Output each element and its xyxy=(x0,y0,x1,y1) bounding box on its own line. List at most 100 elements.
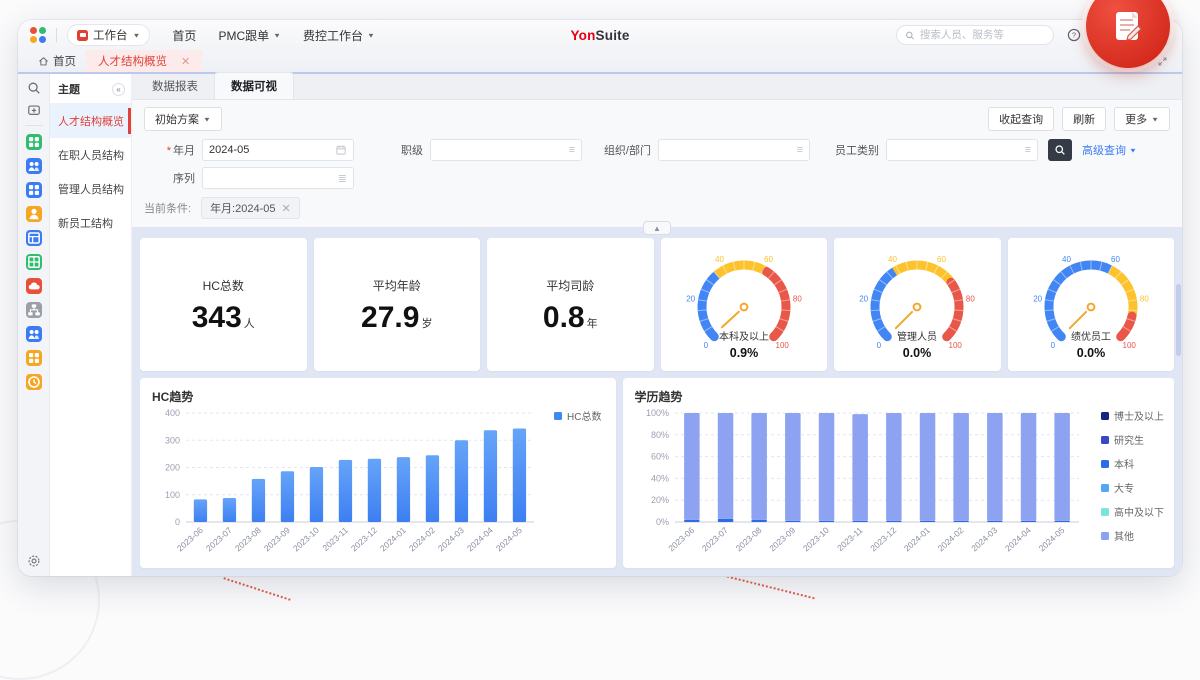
app-icon-grid-green[interactable] xyxy=(25,134,42,150)
app-icon-cloud-red[interactable] xyxy=(25,278,42,294)
app-icon-team-blue[interactable] xyxy=(25,326,42,342)
svg-text:2024-05: 2024-05 xyxy=(494,525,524,553)
svg-text:200: 200 xyxy=(165,463,180,473)
filter-panel: 初始方案 ▼ 收起查询 刷新 更多 ▼ * 年月 2024-05 职级 ≡ 组织… xyxy=(132,100,1182,235)
app-icon-hr-people[interactable] xyxy=(25,158,42,174)
svg-text:2024-02: 2024-02 xyxy=(407,525,437,553)
sequence-input[interactable]: ≣ xyxy=(202,167,354,189)
svg-text:80%: 80% xyxy=(650,430,668,440)
svg-text:2023-08: 2023-08 xyxy=(233,525,263,553)
education-trend-chart: 0% 20% 40% 60% 80% 100% 2023-06 2023-07 2023-08 2… xyxy=(635,405,1089,562)
global-search[interactable] xyxy=(896,25,1054,45)
svg-text:80: 80 xyxy=(793,295,802,304)
svg-text:本科及以上: 本科及以上 xyxy=(719,330,769,343)
svg-text:60: 60 xyxy=(1111,255,1120,264)
svg-text:0: 0 xyxy=(703,341,708,350)
tab-data-report[interactable]: 数据报表 xyxy=(136,73,214,99)
nav-pmc[interactable]: PMC跟单 ▼ xyxy=(218,27,281,44)
legend-item-2[interactable]: 本科 xyxy=(1101,456,1164,471)
home-tab-label: 首页 xyxy=(53,56,76,68)
legend-item-3[interactable]: 大专 xyxy=(1101,480,1164,495)
refresh-button[interactable]: 刷新 xyxy=(1062,107,1107,131)
condition-chip[interactable]: 年月:2024-05 ✕ xyxy=(201,197,300,219)
topbar: 工作台 ▼ 首页 PMC跟单▼ 费控工作台▼ YonSuite ? xyxy=(18,20,1182,50)
svg-text:0%: 0% xyxy=(655,517,668,527)
field-employee-type: 员工类别 ≡ xyxy=(828,139,1038,161)
svg-text:40: 40 xyxy=(888,255,897,264)
svg-text:2023-06: 2023-06 xyxy=(175,525,205,553)
legend-item-4[interactable]: 高中及以下 xyxy=(1101,504,1164,519)
svg-text:绩优员工: 绩优员工 xyxy=(1071,330,1111,343)
legend-hc-total[interactable]: HC总数 xyxy=(554,408,602,423)
theme-item-list: 人才结构概览 在职人员结构 管理人员结构 新员工结构 xyxy=(50,104,131,240)
collapse-query-button[interactable]: 收起查询 xyxy=(988,107,1055,131)
app-icon-table-green[interactable] xyxy=(25,254,42,270)
svg-text:100: 100 xyxy=(1122,341,1136,350)
workspace-switcher[interactable]: 工作台 ▼ xyxy=(67,24,151,46)
month-input[interactable]: 2024-05 xyxy=(202,139,354,161)
legend-item-1[interactable]: 研究生 xyxy=(1101,432,1164,447)
svg-text:20: 20 xyxy=(859,295,868,304)
field-sequence: 序列 ≣ xyxy=(144,167,354,189)
chart-title: 学历趋势 xyxy=(634,390,683,404)
collapse-panel-icon[interactable]: « xyxy=(112,82,125,96)
app-icon-org-tree[interactable] xyxy=(25,302,42,318)
app-icon-clock-orange[interactable] xyxy=(25,374,42,390)
nav-expense-workbench[interactable]: 费控工作台 ▼ xyxy=(303,27,375,44)
legend-swatch xyxy=(554,411,563,420)
settings-gear-icon[interactable] xyxy=(27,554,41,568)
org-dept-input[interactable]: ≡ xyxy=(658,139,810,161)
scrollbar-thumb[interactable] xyxy=(1176,284,1181,356)
nav-home[interactable]: 首页 xyxy=(172,27,196,44)
remove-condition-icon[interactable]: ✕ xyxy=(282,202,291,215)
job-grade-input[interactable]: ≡ xyxy=(430,139,582,161)
tab-home[interactable]: 首页 xyxy=(28,50,86,72)
svg-text:2023-12: 2023-12 xyxy=(349,525,379,553)
kpi-hc-total: HC总数 343 人 xyxy=(140,238,307,371)
app-icon-dashboard[interactable] xyxy=(25,230,42,246)
employee-type-input[interactable]: ≡ xyxy=(886,139,1038,161)
gauge-top-performers: 0 20 40 60 80 100 绩优员工 0.0% xyxy=(1007,238,1174,371)
search-input[interactable] xyxy=(919,29,1045,41)
svg-text:2023-06: 2023-06 xyxy=(666,525,696,553)
chevron-down-icon: ▼ xyxy=(367,31,375,39)
list-select-icon: ≡ xyxy=(796,144,803,156)
svg-text:60: 60 xyxy=(764,255,773,264)
more-button[interactable]: 更多 ▼ xyxy=(1114,107,1170,131)
svg-text:2023-11: 2023-11 xyxy=(835,525,865,553)
collapse-filter-handle[interactable]: ▲ xyxy=(643,221,671,235)
app-icon-grid-orange[interactable] xyxy=(25,350,42,366)
advanced-query-link[interactable]: 高级查询 ▼ xyxy=(1082,142,1137,158)
tab-talent-structure[interactable]: 人才结构概览 ✕ xyxy=(86,50,203,72)
expand-icon[interactable] xyxy=(1157,56,1168,67)
close-icon[interactable]: ✕ xyxy=(181,55,190,68)
svg-text:0.0%: 0.0% xyxy=(1077,346,1106,360)
svg-text:0.0%: 0.0% xyxy=(903,346,932,360)
add-app-icon[interactable] xyxy=(27,103,41,117)
svg-text:管理人员: 管理人员 xyxy=(897,330,937,343)
legend-item-0[interactable]: 博士及以上 xyxy=(1101,408,1164,423)
sidebar-item-theme-2[interactable]: 管理人员结构 xyxy=(50,172,131,206)
svg-text:20: 20 xyxy=(686,295,695,304)
app-window: 工作台 ▼ 首页 PMC跟单▼ 费控工作台▼ YonSuite ? xyxy=(18,20,1182,576)
legend-item-5[interactable]: 其他 xyxy=(1101,528,1164,543)
scheme-selector[interactable]: 初始方案 ▼ xyxy=(144,107,222,131)
query-search-button[interactable] xyxy=(1048,139,1072,161)
report-tabs: 数据报表 数据可视 xyxy=(132,72,1182,100)
sidebar-item-theme-1[interactable]: 在职人员结构 xyxy=(50,138,131,172)
search-icon xyxy=(1055,145,1065,155)
svg-text:20: 20 xyxy=(1033,295,1042,304)
sidebar-search-icon[interactable] xyxy=(27,81,41,95)
hc-trend-chart: 0 100 200 300 400 2023-06 2023-07 2023-08 2023-0… xyxy=(152,405,606,562)
tab-data-visual[interactable]: 数据可视 xyxy=(214,72,294,99)
app-icon-grid-blue[interactable] xyxy=(25,182,42,198)
divider xyxy=(24,125,43,126)
svg-text:80: 80 xyxy=(1140,295,1149,304)
help-icon[interactable]: ? xyxy=(1066,27,1082,43)
sidebar-item-theme-0[interactable]: 人才结构概览 xyxy=(50,104,131,138)
app-logo[interactable] xyxy=(30,27,46,43)
svg-text:300: 300 xyxy=(165,435,180,445)
sidebar-item-theme-3[interactable]: 新员工结构 xyxy=(50,206,131,240)
app-icon-person-orange[interactable] xyxy=(25,206,42,222)
svg-text:2024-05: 2024-05 xyxy=(1036,525,1066,553)
